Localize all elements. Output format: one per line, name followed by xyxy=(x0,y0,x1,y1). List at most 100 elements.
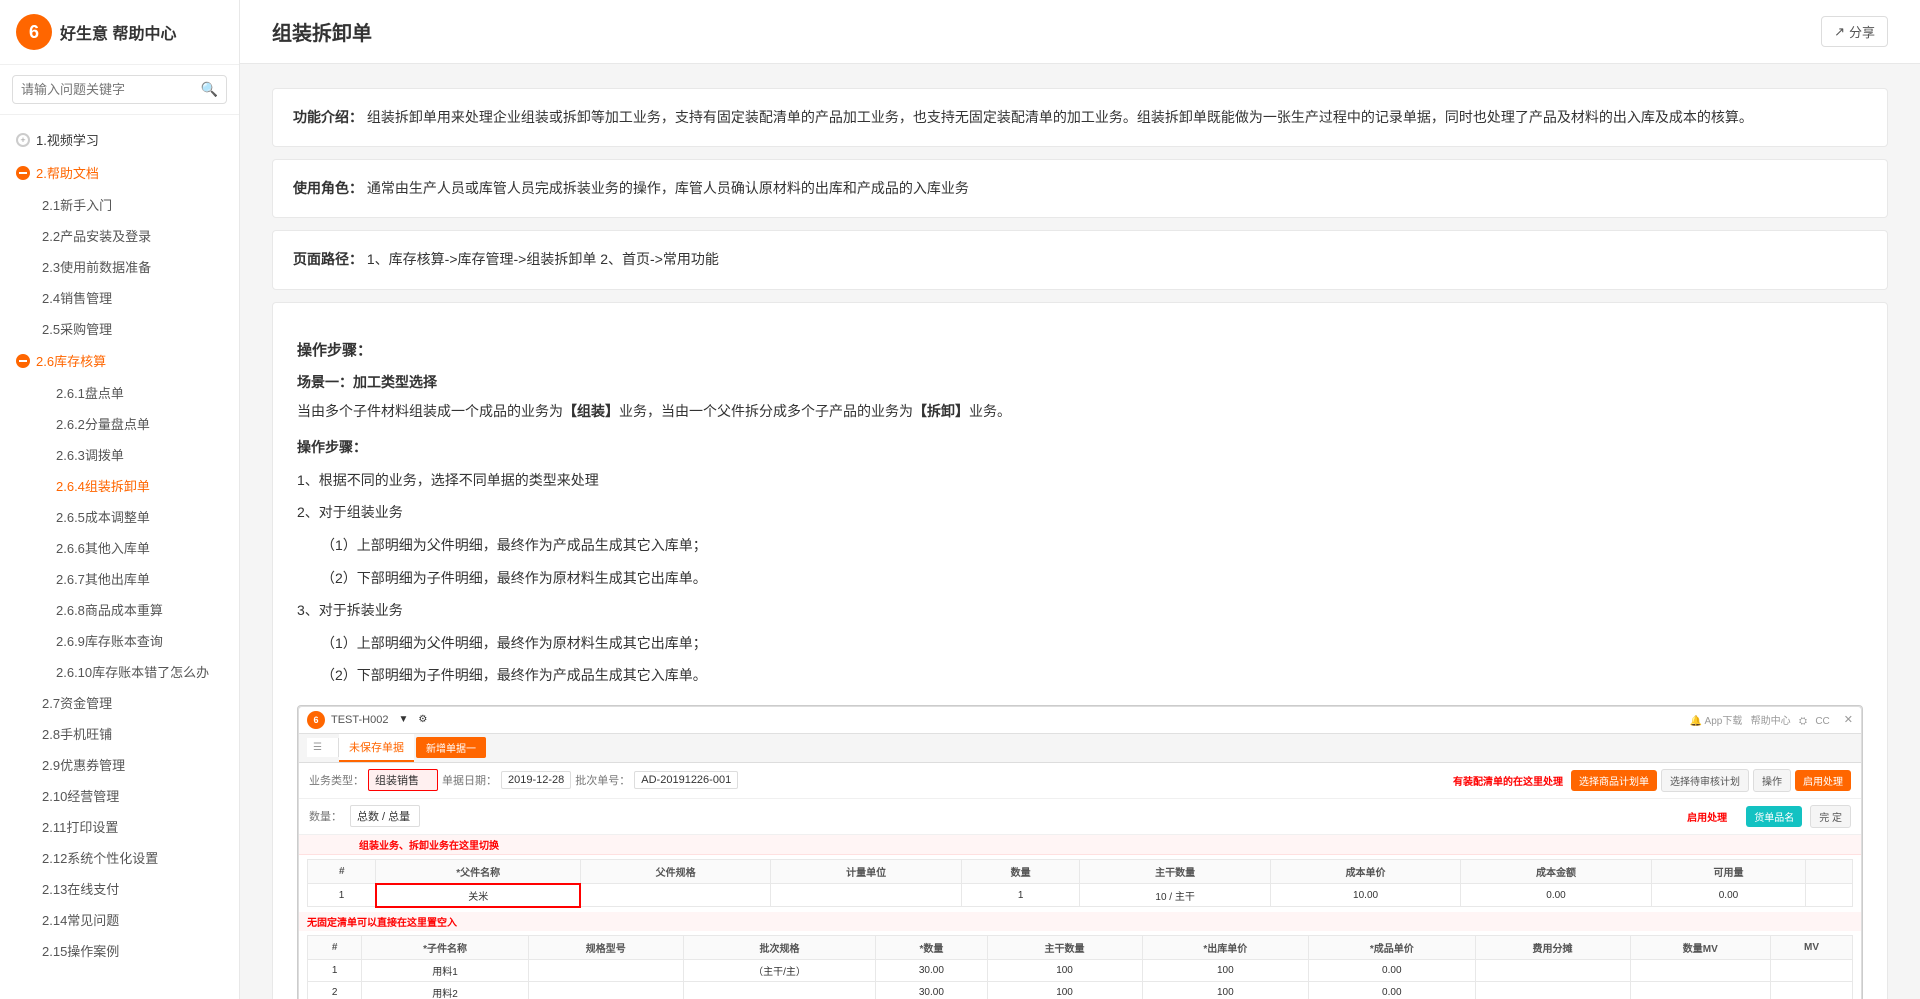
step-2b: （2）下部明细为子件明细，最终作为原材料生成其它出库单。 xyxy=(321,565,1863,592)
sidebar-item-mobile[interactable]: 2.8手机旺铺 xyxy=(0,718,239,749)
operation-steps-title: 操作步骤： xyxy=(297,339,1863,360)
use-role-text: 通常由生产人员或库管人员完成拆装业务的操作，库管人员确认原材料的出库和产成品的入… xyxy=(367,180,969,196)
screenshot-block: 6 TEST-H002 ▼ ⚙ 🔔 App下载 帮助中心 ⛭ CC ✕ ☰ 未保… xyxy=(297,705,1863,999)
sidebar-item-inventory-error[interactable]: 2.6.10库存账本错了怎么办 xyxy=(0,656,239,687)
step-3: 3、对于拆装业务 xyxy=(297,597,1863,624)
cell-cost-price: 10.00 xyxy=(1270,884,1460,907)
col-product-price: *成品单价 xyxy=(1309,935,1475,959)
sidebar-item-faq[interactable]: 2.14常见问题 xyxy=(0,904,239,935)
sidebar-item-online-payment[interactable]: 2.13在线支付 xyxy=(0,873,239,904)
col-child-name: *子件名称 xyxy=(362,935,528,959)
sidebar-item-transfer[interactable]: 2.6.3调拨单 xyxy=(0,439,239,470)
page-title: 组装拆卸单 xyxy=(272,17,372,46)
share-label: 分享 xyxy=(1849,22,1875,41)
col-batch-spec: 批次规格 xyxy=(683,935,875,959)
sidebar-item-label: 2.6库存核算 xyxy=(36,351,106,370)
field-lookup-btn[interactable]: 货单品名 xyxy=(1746,806,1802,827)
expand-icon: + xyxy=(16,133,30,147)
sidebar-item-cases[interactable]: 2.15操作案例 xyxy=(0,935,239,966)
sidebar-item-stocktake[interactable]: 2.6.1盘点单 xyxy=(0,377,239,408)
select-plan-btn[interactable]: 选择商品计划单 xyxy=(1571,770,1657,791)
cell-del xyxy=(1806,884,1853,907)
sidebar-item-video-learning[interactable]: + 1.视频学习 xyxy=(0,123,239,156)
date-field: 2019-12-28 xyxy=(501,771,571,789)
cell-parent-spec xyxy=(580,884,770,907)
sidebar-item-personalization[interactable]: 2.12系统个性化设置 xyxy=(0,842,239,873)
nav-list: + 1.视频学习 2.帮助文档 2.1新手入门 2.2产品安装及登录 2.3使用… xyxy=(0,115,239,999)
app-form-row2: 数量： 总数 / 总量 启用处理 货单品名 完 定 xyxy=(299,799,1861,835)
app-top-bar: 6 TEST-H002 ▼ ⚙ 🔔 App下载 帮助中心 ⛭ CC ✕ xyxy=(299,707,1861,734)
cell-num: 1 xyxy=(308,884,376,907)
logo-icon: 6 xyxy=(16,14,52,50)
app-screenshot: 6 TEST-H002 ▼ ⚙ 🔔 App下载 帮助中心 ⛭ CC ✕ ☰ 未保… xyxy=(298,706,1862,999)
sidebar-item-assembly-disassembly[interactable]: 2.6.4组装拆卸单 xyxy=(0,470,239,501)
search-input[interactable] xyxy=(21,82,201,97)
page-path-text: 1、库存核算->库存管理->组装拆卸单 2、首页->常用功能 xyxy=(367,251,719,267)
review-plan-btn[interactable]: 选择待审核计划 xyxy=(1661,769,1749,792)
search-wrap[interactable]: 🔍 xyxy=(12,75,227,104)
col-mv: 数量MV xyxy=(1630,935,1770,959)
sidebar-item-portion-stocktake[interactable]: 2.6.2分量盘点单 xyxy=(0,408,239,439)
sidebar-item-cost-adjust[interactable]: 2.6.5成本调整单 xyxy=(0,501,239,532)
col-out-price: *出库单价 xyxy=(1142,935,1308,959)
op1-btn[interactable]: 操作 xyxy=(1753,769,1791,792)
op2-btn[interactable]: 启用处理 xyxy=(1795,770,1851,791)
col-num2: # xyxy=(308,935,362,959)
sidebar-item-help-docs[interactable]: 2.帮助文档 xyxy=(0,156,239,189)
sidebar-item-label: 1.视频学习 xyxy=(36,130,99,149)
scene1-desc: 当由多个子件材料组装成一个成品的业务为【组装】业务，当由一个父件拆分成多个子产品… xyxy=(297,398,1863,425)
annotation-row2: 组装业务、拆卸业务在这里切换 xyxy=(299,835,1861,855)
type-value-field: 组装销售 xyxy=(368,769,438,791)
col-available: 可用量 xyxy=(1651,859,1806,884)
share-icon: ↗ xyxy=(1834,24,1845,40)
cell-qty: 1 xyxy=(961,884,1080,907)
search-area: 🔍 xyxy=(0,65,239,115)
cell-cost-amount: 0.00 xyxy=(1461,884,1651,907)
search-button[interactable]: 🔍 xyxy=(201,81,218,98)
app-tab-bar: ☰ 未保存单据 新增单据一 xyxy=(299,734,1861,763)
cell-unit xyxy=(771,884,961,907)
sidebar-item-install[interactable]: 2.2产品安装及登录 xyxy=(0,220,239,251)
step-3a: （1）上部明细为父件明细，最终作为原材料生成其它出库单； xyxy=(321,630,1863,657)
sidebar: 6 好生意 帮助中心 🔍 + 1.视频学习 2.帮助文档 2.1新手入门 2.2… xyxy=(0,0,240,999)
app-tab-unsaved: 未保存单据 xyxy=(339,734,414,762)
sidebar-item-inventory[interactable]: 2.6库存核算 xyxy=(0,344,239,377)
sidebar-item-management[interactable]: 2.10经营管理 xyxy=(0,780,239,811)
col-unit: 计量单位 xyxy=(771,859,961,884)
sidebar-item-coupon[interactable]: 2.9优惠券管理 xyxy=(0,749,239,780)
sidebar-item-other-outbound[interactable]: 2.6.7其他出库单 xyxy=(0,563,239,594)
col-cost-price: 成本单价 xyxy=(1270,859,1460,884)
col-parent-name: *父件名称 xyxy=(376,859,580,884)
page-path-label: 页面路径： xyxy=(293,251,363,267)
sidebar-item-new-user[interactable]: 2.1新手入门 xyxy=(0,189,239,220)
app-close-icon: ✕ xyxy=(1844,713,1853,726)
app-settings-icon: ⚙ xyxy=(418,714,427,725)
sidebar-item-data-prep[interactable]: 2.3使用前数据准备 xyxy=(0,251,239,282)
sidebar-item-cost-recalc[interactable]: 2.6.8商品成本重算 xyxy=(0,594,239,625)
sidebar-item-inventory-ledger[interactable]: 2.6.9库存账本查询 xyxy=(0,625,239,656)
sidebar-item-print[interactable]: 2.11打印设置 xyxy=(0,811,239,842)
col-num: # xyxy=(308,859,376,884)
col-main-qty2: 主干数量 xyxy=(987,935,1142,959)
collapse-icon-inventory xyxy=(16,354,30,368)
date-label: 单据日期： xyxy=(442,772,497,788)
annotation-label-4: 无固定清单可以直接在这里置空入 xyxy=(307,918,457,929)
share-button[interactable]: ↗ 分享 xyxy=(1821,16,1888,47)
scene1-title: 场景一：加工类型选择 xyxy=(297,372,1863,392)
parent-table: # *父件名称 父件规格 计量单位 数量 主干数量 成本单价 成本金额 可用量 xyxy=(307,859,1853,908)
sidebar-item-finance[interactable]: 2.7资金管理 xyxy=(0,687,239,718)
col-cost-share: 费用分摊 xyxy=(1475,935,1630,959)
use-role-label: 使用角色： xyxy=(293,180,363,196)
batch-field: AD-20191226-001 xyxy=(634,771,738,789)
table-row: 1 用料1 （主干/主） 30.00 100 100 0.00 xyxy=(308,959,1853,981)
cell-parent-name: 关米 xyxy=(376,884,580,907)
cell-main-qty: 10 / 主干 xyxy=(1080,884,1270,907)
app-dropdown-icon: ▼ xyxy=(398,714,408,725)
confirm-btn[interactable]: 完 定 xyxy=(1810,805,1851,828)
col-main-qty: 主干数量 xyxy=(1080,859,1270,884)
annotation-label-2: 组装业务、拆卸业务在这里切换 xyxy=(359,841,499,852)
sidebar-item-sales[interactable]: 2.4销售管理 xyxy=(0,282,239,313)
sidebar-item-purchase[interactable]: 2.5采购管理 xyxy=(0,313,239,344)
sidebar-item-other-inbound[interactable]: 2.6.6其他入库单 xyxy=(0,532,239,563)
child-table: # *子件名称 规格型号 批次规格 *数量 主干数量 *出库单价 *成品单价 费… xyxy=(307,935,1853,999)
